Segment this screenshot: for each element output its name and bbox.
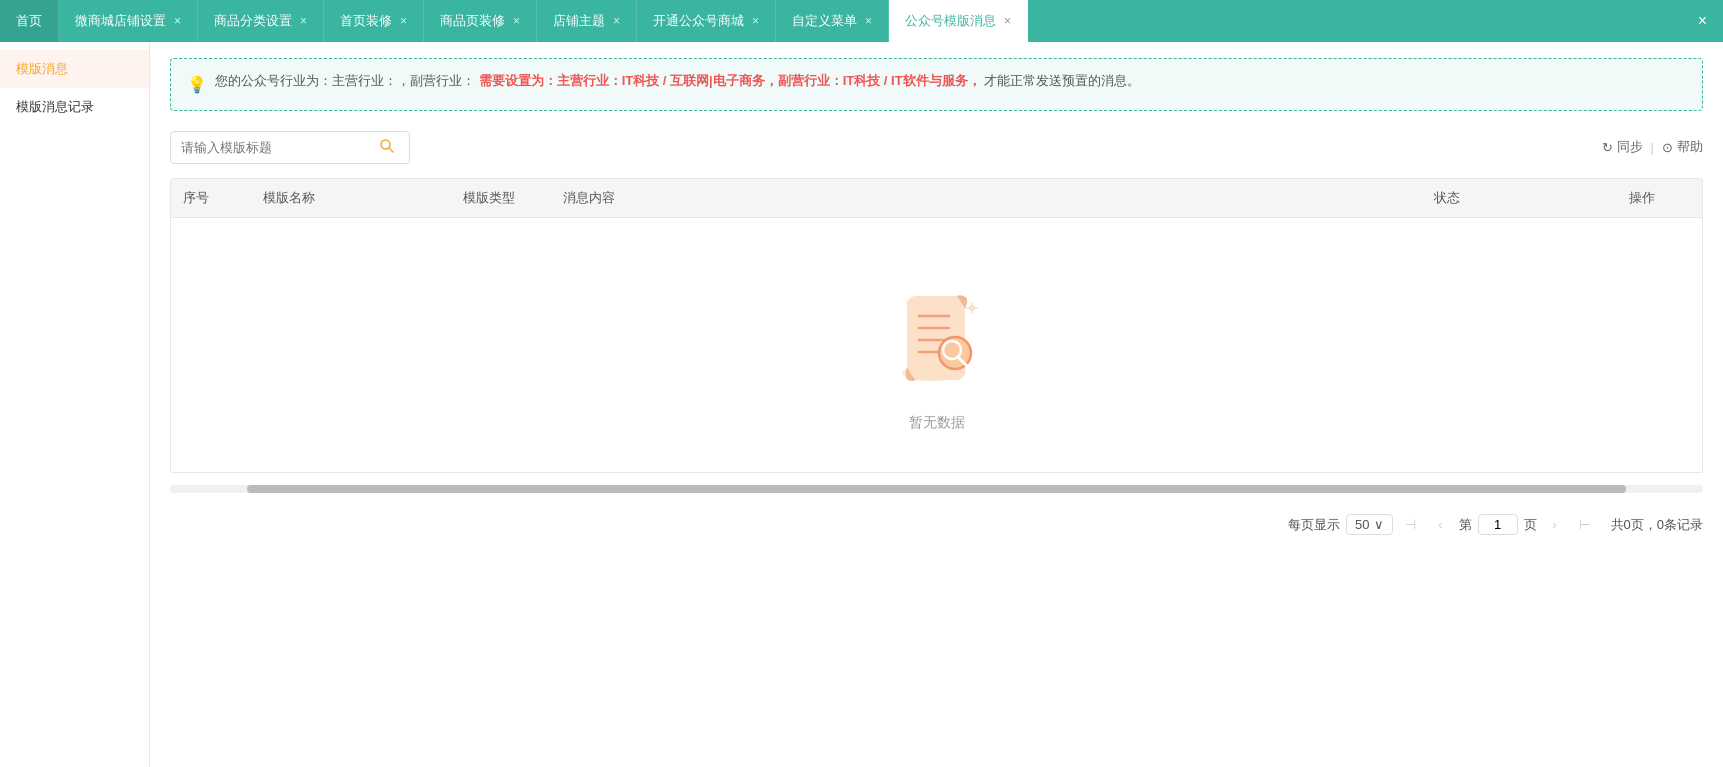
tab-template-label: 公众号模版消息 <box>905 12 996 30</box>
page-total: 共0页，0条记录 <box>1611 516 1703 534</box>
tab-home[interactable]: 首页 <box>0 0 59 42</box>
notice-text: 您的公众号行业为：主营行业：，副营行业： 需要设置为：主营行业：IT科技 / 互… <box>215 71 1140 92</box>
sync-icon: ↻ <box>1602 140 1613 155</box>
tab-bar-close-all[interactable]: × <box>1682 12 1723 30</box>
page-size-label: 每页显示 <box>1288 516 1340 534</box>
tab-custommenu[interactable]: 自定义菜单 × <box>776 0 889 42</box>
tab-productpage-close[interactable]: × <box>513 14 520 28</box>
tab-openstore[interactable]: 开通公众号商城 × <box>637 0 776 42</box>
svg-line-1 <box>389 148 393 152</box>
table-header: 序号 模版名称 模版类型 消息内容 状态 操作 <box>171 179 1702 218</box>
tab-theme-label: 店铺主题 <box>553 12 605 30</box>
scroll-thumb[interactable] <box>247 485 1627 493</box>
col-header-content: 消息内容 <box>551 179 1422 217</box>
col-header-seq: 序号 <box>171 179 251 217</box>
help-button[interactable]: ⊙ 帮助 <box>1662 138 1703 156</box>
tab-category-label: 商品分类设置 <box>214 12 292 30</box>
chevron-down-icon: ∨ <box>1374 517 1384 532</box>
tab-category-close[interactable]: × <box>300 14 307 28</box>
next-page-button[interactable]: › <box>1543 513 1567 537</box>
empty-state: 暂无数据 <box>171 218 1702 472</box>
tab-template-close[interactable]: × <box>1004 14 1011 28</box>
tab-productpage-label: 商品页装修 <box>440 12 505 30</box>
tab-wshop[interactable]: 微商城店铺设置 × <box>59 0 198 42</box>
tab-category[interactable]: 商品分类设置 × <box>198 0 324 42</box>
divider: | <box>1651 140 1654 155</box>
tab-productpage[interactable]: 商品页装修 × <box>424 0 537 42</box>
sidebar-item-template-record[interactable]: 模版消息记录 <box>0 88 149 126</box>
col-header-type: 模版类型 <box>451 179 551 217</box>
tab-custommenu-close[interactable]: × <box>865 14 872 28</box>
main-layout: 模版消息 模版消息记录 💡 您的公众号行业为：主营行业：，副营行业： 需要设置为… <box>0 42 1723 767</box>
tab-custommenu-label: 自定义菜单 <box>792 12 857 30</box>
notice-icon: 💡 <box>187 72 207 98</box>
last-page-button[interactable]: ⊢ <box>1573 513 1597 537</box>
tab-openstore-close[interactable]: × <box>752 14 759 28</box>
search-input[interactable] <box>171 134 371 161</box>
sidebar-item-template-msg[interactable]: 模版消息 <box>0 50 149 88</box>
tab-homepage-label: 首页装修 <box>340 12 392 30</box>
notice-box: 💡 您的公众号行业为：主营行业：，副营行业： 需要设置为：主营行业：IT科技 /… <box>170 58 1703 111</box>
pagination: 每页显示 50 ∨ ⊣ ‹ 第 页 › ⊢ 共0页，0条记录 <box>170 505 1703 541</box>
first-page-button[interactable]: ⊣ <box>1399 513 1423 537</box>
search-input-wrapper[interactable] <box>170 131 410 164</box>
tab-openstore-label: 开通公众号商城 <box>653 12 744 30</box>
tab-bar: 首页 微商城店铺设置 × 商品分类设置 × 首页装修 × 商品页装修 × 店铺主… <box>0 0 1723 42</box>
search-right-actions: ↻ 同步 | ⊙ 帮助 <box>1602 138 1703 156</box>
tab-homepage-close[interactable]: × <box>400 14 407 28</box>
empty-text: 暂无数据 <box>171 414 1702 432</box>
sync-button[interactable]: ↻ 同步 <box>1602 138 1643 156</box>
col-header-name: 模版名称 <box>251 179 451 217</box>
empty-illustration <box>877 278 997 398</box>
tab-wshop-close[interactable]: × <box>174 14 181 28</box>
page-size-value: 50 <box>1355 517 1369 532</box>
tab-wshop-label: 微商城店铺设置 <box>75 12 166 30</box>
sidebar: 模版消息 模版消息记录 <box>0 42 150 767</box>
page-unit-label: 页 <box>1524 516 1537 534</box>
search-button[interactable] <box>371 132 403 163</box>
tab-home-label: 首页 <box>16 12 42 30</box>
col-header-action: 操作 <box>1582 179 1702 217</box>
data-table: 序号 模版名称 模版类型 消息内容 状态 操作 <box>170 178 1703 473</box>
tab-theme[interactable]: 店铺主题 × <box>537 0 637 42</box>
tab-homepage[interactable]: 首页装修 × <box>324 0 424 42</box>
search-bar: ↻ 同步 | ⊙ 帮助 <box>170 131 1703 164</box>
page-word: 第 <box>1459 516 1472 534</box>
tab-theme-close[interactable]: × <box>613 14 620 28</box>
prev-page-button[interactable]: ‹ <box>1429 513 1453 537</box>
col-header-status: 状态 <box>1422 179 1582 217</box>
tab-template[interactable]: 公众号模版消息 × <box>889 0 1028 42</box>
content-area: 💡 您的公众号行业为：主营行业：，副营行业： 需要设置为：主营行业：IT科技 /… <box>150 42 1723 767</box>
help-icon: ⊙ <box>1662 140 1673 155</box>
horizontal-scrollbar[interactable] <box>170 485 1703 493</box>
page-size-select[interactable]: 50 ∨ <box>1346 514 1392 535</box>
page-number-input[interactable] <box>1478 514 1518 535</box>
